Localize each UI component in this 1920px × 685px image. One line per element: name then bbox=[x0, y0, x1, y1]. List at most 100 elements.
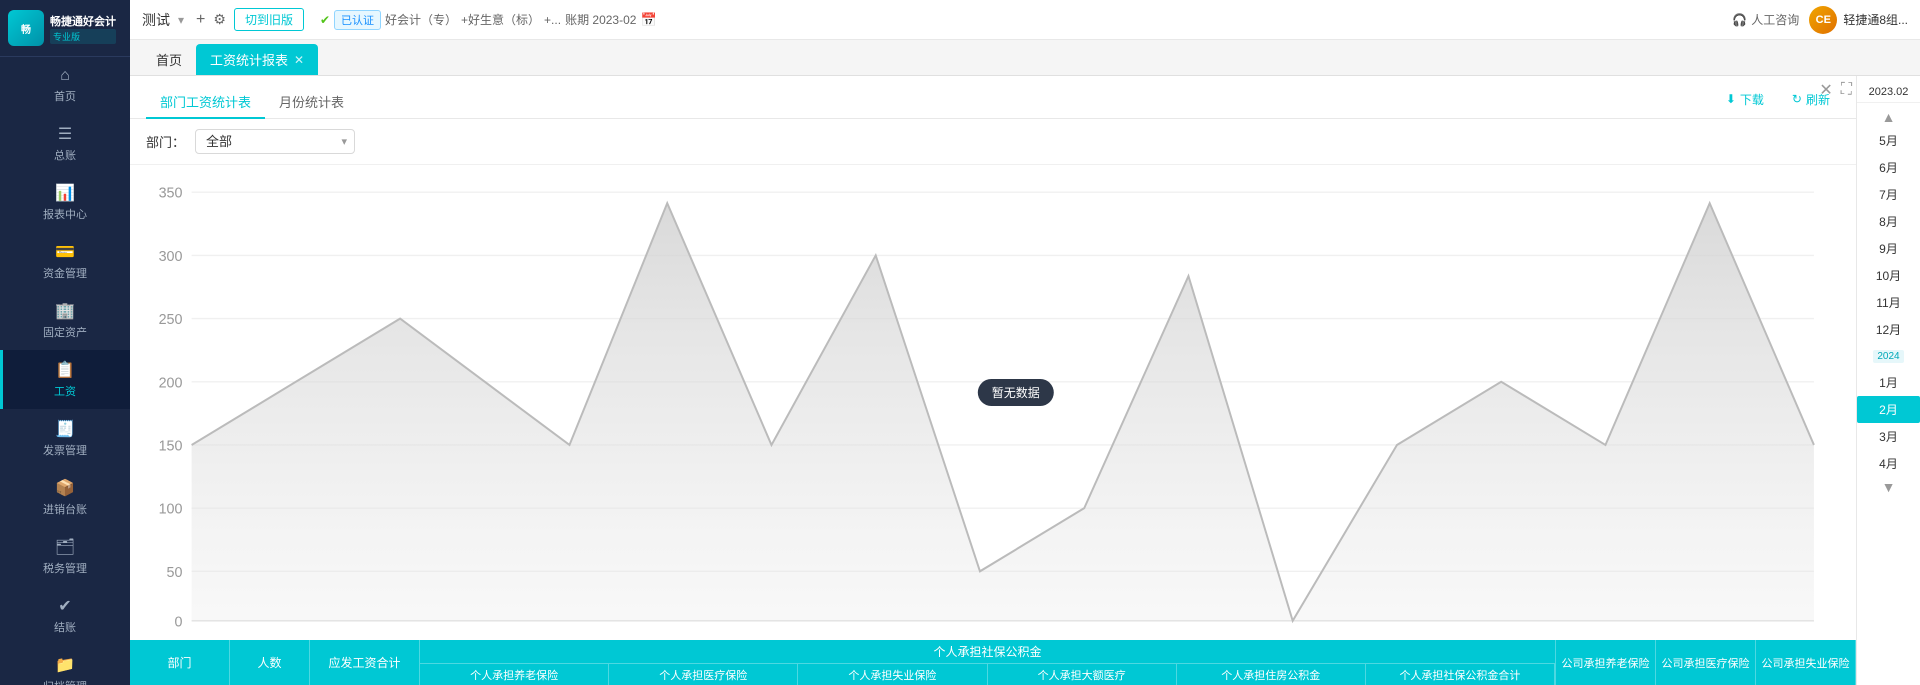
svg-text:350: 350 bbox=[159, 185, 183, 201]
tab-home[interactable]: 首页 bbox=[142, 44, 196, 75]
col-personal-unemployment: 个人承担失业保险 bbox=[798, 664, 987, 685]
date-item-6[interactable]: 6月 bbox=[1857, 154, 1920, 181]
topbar: 测试 ▾ + ⚙ 切到旧版 ✔ 已认证 好会计（专） +好生意（标） +... … bbox=[130, 0, 1920, 40]
topbar-status: ✔ 已认证 好会计（专） +好生意（标） +... 账期 2023-02 📅 bbox=[320, 10, 657, 30]
certified-badge: 已认证 bbox=[334, 10, 381, 30]
sidebar-label-asset: 固定资产 bbox=[43, 324, 87, 340]
svg-text:0: 0 bbox=[175, 614, 183, 630]
sidebar-item-report[interactable]: 📊 报表中心 bbox=[0, 173, 130, 232]
sidebar-item-settlement[interactable]: ✔ 结账 bbox=[0, 586, 130, 645]
ledger-icon: ☰ bbox=[58, 124, 72, 144]
col-dept: 部门 bbox=[130, 640, 230, 685]
sub-tab-monthly[interactable]: 月份统计表 bbox=[265, 86, 358, 119]
sidebar-label-settlement: 结账 bbox=[54, 619, 76, 635]
date-item-2024-2[interactable]: 2月 bbox=[1857, 396, 1920, 423]
sidebar-label-inventory: 进销台账 bbox=[43, 501, 87, 517]
group-personal-insurance: 个人承担社保公积金 个人承担养老保险 个人承担医疗保险 个人承担失业保险 个人承… bbox=[420, 640, 1556, 685]
svg-text:100: 100 bbox=[159, 501, 183, 517]
col-total-salary: 应发工资合计 bbox=[310, 640, 420, 685]
date-nav-down[interactable]: ▼ bbox=[1857, 477, 1920, 497]
svg-text:50: 50 bbox=[167, 565, 183, 581]
sidebar-label-ledger: 总账 bbox=[54, 147, 76, 163]
refresh-icon: ↻ bbox=[1792, 92, 1802, 106]
service-label: 人工咨询 bbox=[1751, 11, 1799, 28]
status-period: 账期 2023-02 bbox=[565, 11, 636, 28]
logo-text-block: 畅捷通好会计 专业版 bbox=[50, 13, 116, 44]
topbar-add-icon[interactable]: + bbox=[196, 11, 205, 29]
logo-badge: 专业版 bbox=[50, 29, 116, 44]
tab-home-label: 首页 bbox=[156, 53, 182, 68]
col-total-salary-label: 应发工资合计 bbox=[328, 654, 400, 671]
col-dept-label: 部门 bbox=[167, 654, 191, 671]
date-header: 2023.02 bbox=[1857, 82, 1920, 103]
date-nav-up[interactable]: ▲ bbox=[1857, 107, 1920, 127]
sidebar-item-invoice[interactable]: 🧾 发票管理 bbox=[0, 409, 130, 468]
status-more: +... bbox=[544, 13, 561, 27]
calendar-icon[interactable]: 📅 bbox=[640, 12, 656, 28]
sidebar-label-tax: 税务管理 bbox=[43, 560, 87, 576]
date-item-7[interactable]: 7月 bbox=[1857, 181, 1920, 208]
download-button[interactable]: ⬇ 下载 bbox=[1716, 87, 1774, 112]
date-item-10[interactable]: 10月 bbox=[1857, 262, 1920, 289]
year-2024-badge-wrap: 2024 bbox=[1857, 343, 1920, 369]
service-button[interactable]: 🎧 人工咨询 bbox=[1732, 11, 1799, 28]
topbar-settings-icon[interactable]: ⚙ bbox=[213, 11, 226, 28]
sidebar-label-fund: 资金管理 bbox=[43, 265, 87, 281]
date-item-8[interactable]: 8月 bbox=[1857, 208, 1920, 235]
date-item-12[interactable]: 12月 bbox=[1857, 316, 1920, 343]
settlement-icon: ✔ bbox=[58, 596, 71, 616]
sidebar-label-archive: 归档管理 bbox=[43, 678, 87, 685]
col-personal-medical: 个人承担医疗保险 bbox=[609, 664, 798, 685]
sidebar-item-inventory[interactable]: 📦 进销台账 bbox=[0, 468, 130, 527]
tab-salary-report[interactable]: 工资统计报表 ✕ bbox=[196, 44, 318, 75]
sidebar-item-home[interactable]: ⌂ 首页 bbox=[0, 57, 130, 114]
group-personal-title: 个人承担社保公积金 bbox=[420, 640, 1555, 664]
date-picker-sidebar: 2023.02 ▲ 5月 6月 7月 8月 9月 10月 11月 12月 202… bbox=[1856, 76, 1920, 685]
date-item-2024-3[interactable]: 3月 bbox=[1857, 423, 1920, 450]
download-label: 下载 bbox=[1740, 91, 1764, 108]
sidebar-item-tax[interactable]: 🗂 税务管理 bbox=[0, 527, 130, 586]
date-item-5[interactable]: 5月 bbox=[1857, 127, 1920, 154]
asset-icon: 🏢 bbox=[55, 301, 75, 321]
year-2024-badge: 2024 bbox=[1873, 350, 1903, 363]
tab-close-icon[interactable]: ✕ bbox=[294, 53, 304, 67]
svg-text:250: 250 bbox=[159, 312, 183, 328]
dept-label: 部门： bbox=[146, 132, 185, 151]
sidebar-item-asset[interactable]: 🏢 固定资产 bbox=[0, 291, 130, 350]
invoice-icon: 🧾 bbox=[55, 419, 75, 439]
report-icon: 📊 bbox=[55, 183, 75, 203]
group-personal-title-label: 个人承担社保公积金 bbox=[933, 645, 1041, 659]
sidebar-label-report: 报表中心 bbox=[43, 206, 87, 222]
topbar-arrow-icon[interactable]: ▾ bbox=[178, 13, 184, 27]
panel-close-button[interactable]: ✕ bbox=[1819, 80, 1832, 100]
col-personal-total: 个人承担社保公积金合计 bbox=[1366, 664, 1555, 685]
app-logo-icon: 畅 bbox=[8, 10, 44, 46]
sub-tab-dept[interactable]: 部门工资统计表 bbox=[146, 86, 265, 119]
tabbar: 首页 工资统计报表 ✕ bbox=[130, 40, 1920, 76]
sidebar-item-salary[interactable]: 📋 工资 bbox=[0, 350, 130, 409]
sidebar-logo: 畅 畅捷通好会计 专业版 bbox=[0, 0, 130, 57]
col-people-label: 人数 bbox=[257, 654, 281, 671]
sidebar-item-ledger[interactable]: ☰ 总账 bbox=[0, 114, 130, 173]
main-area: 测试 ▾ + ⚙ 切到旧版 ✔ 已认证 好会计（专） +好生意（标） +... … bbox=[130, 0, 1920, 685]
sub-tab-monthly-label: 月份统计表 bbox=[279, 95, 344, 110]
user-area[interactable]: CE 轻捷通8组... bbox=[1809, 6, 1908, 34]
sub-tab-dept-label: 部门工资统计表 bbox=[160, 95, 251, 110]
switch-version-button[interactable]: 切到旧版 bbox=[234, 8, 304, 31]
col-personal-pension: 个人承担养老保险 bbox=[420, 664, 609, 685]
dept-select-wrap: 全部 部门A 部门B ▾ bbox=[195, 129, 355, 154]
date-item-2024-4[interactable]: 4月 bbox=[1857, 450, 1920, 477]
home-icon: ⌂ bbox=[60, 67, 70, 85]
date-item-9[interactable]: 9月 bbox=[1857, 235, 1920, 262]
panel-expand-button[interactable]: ⛶ bbox=[1841, 80, 1852, 100]
date-item-11[interactable]: 11月 bbox=[1857, 289, 1920, 316]
col-personal-housing: 个人承担住房公积金 bbox=[1177, 664, 1366, 685]
status-good-business: +好生意（标） bbox=[461, 11, 540, 28]
date-item-2024-1[interactable]: 1月 bbox=[1857, 369, 1920, 396]
sidebar-item-archive[interactable]: 📁 归档管理 bbox=[0, 645, 130, 685]
dept-select[interactable]: 全部 部门A 部门B bbox=[195, 129, 355, 154]
content-area: ✕ ⛶ 部门工资统计表 月份统计表 ⬇ 下载 ↻ bbox=[130, 76, 1920, 685]
table-footer: 部门 人数 应发工资合计 个人承担社保公积金 个人承担养老保险 个人承担医疗保险 bbox=[130, 640, 1856, 685]
sidebar-item-fund[interactable]: 💳 资金管理 bbox=[0, 232, 130, 291]
salary-chart: 350 300 250 200 150 100 50 0 bbox=[146, 173, 1840, 640]
